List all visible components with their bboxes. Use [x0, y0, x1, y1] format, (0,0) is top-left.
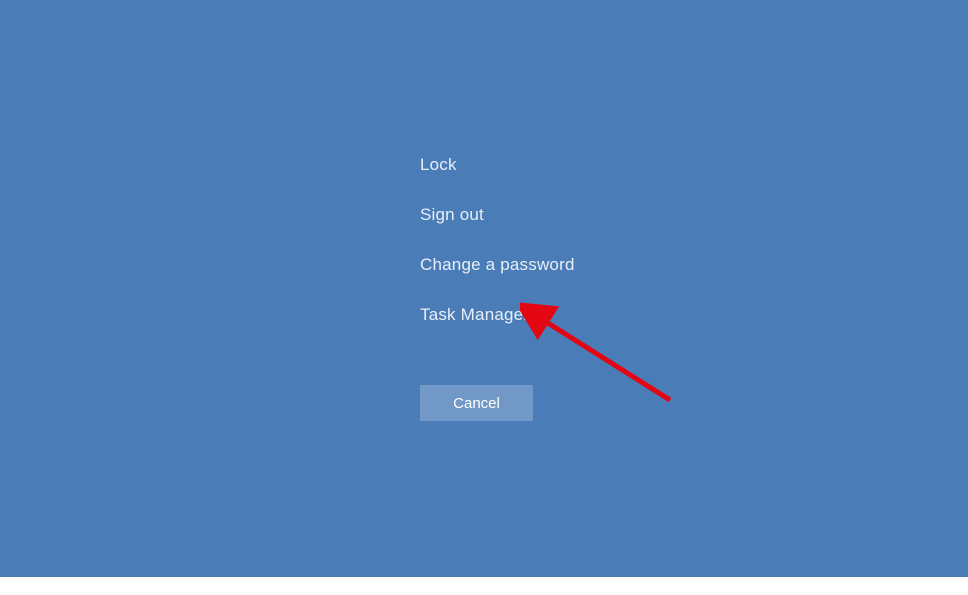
security-options-menu: Lock Sign out Change a password Task Man…: [420, 155, 575, 421]
cancel-button[interactable]: Cancel: [420, 385, 533, 421]
lock-option[interactable]: Lock: [420, 155, 575, 175]
cancel-button-label: Cancel: [453, 395, 500, 412]
menu-item-label: Change a password: [420, 255, 575, 274]
bottom-strip: [0, 577, 968, 595]
sign-out-option[interactable]: Sign out: [420, 205, 575, 225]
menu-item-label: Lock: [420, 155, 457, 174]
menu-item-label: Sign out: [420, 205, 484, 224]
menu-item-label: Task Manager: [420, 305, 529, 324]
change-password-option[interactable]: Change a password: [420, 255, 575, 275]
task-manager-option[interactable]: Task Manager: [420, 305, 575, 325]
